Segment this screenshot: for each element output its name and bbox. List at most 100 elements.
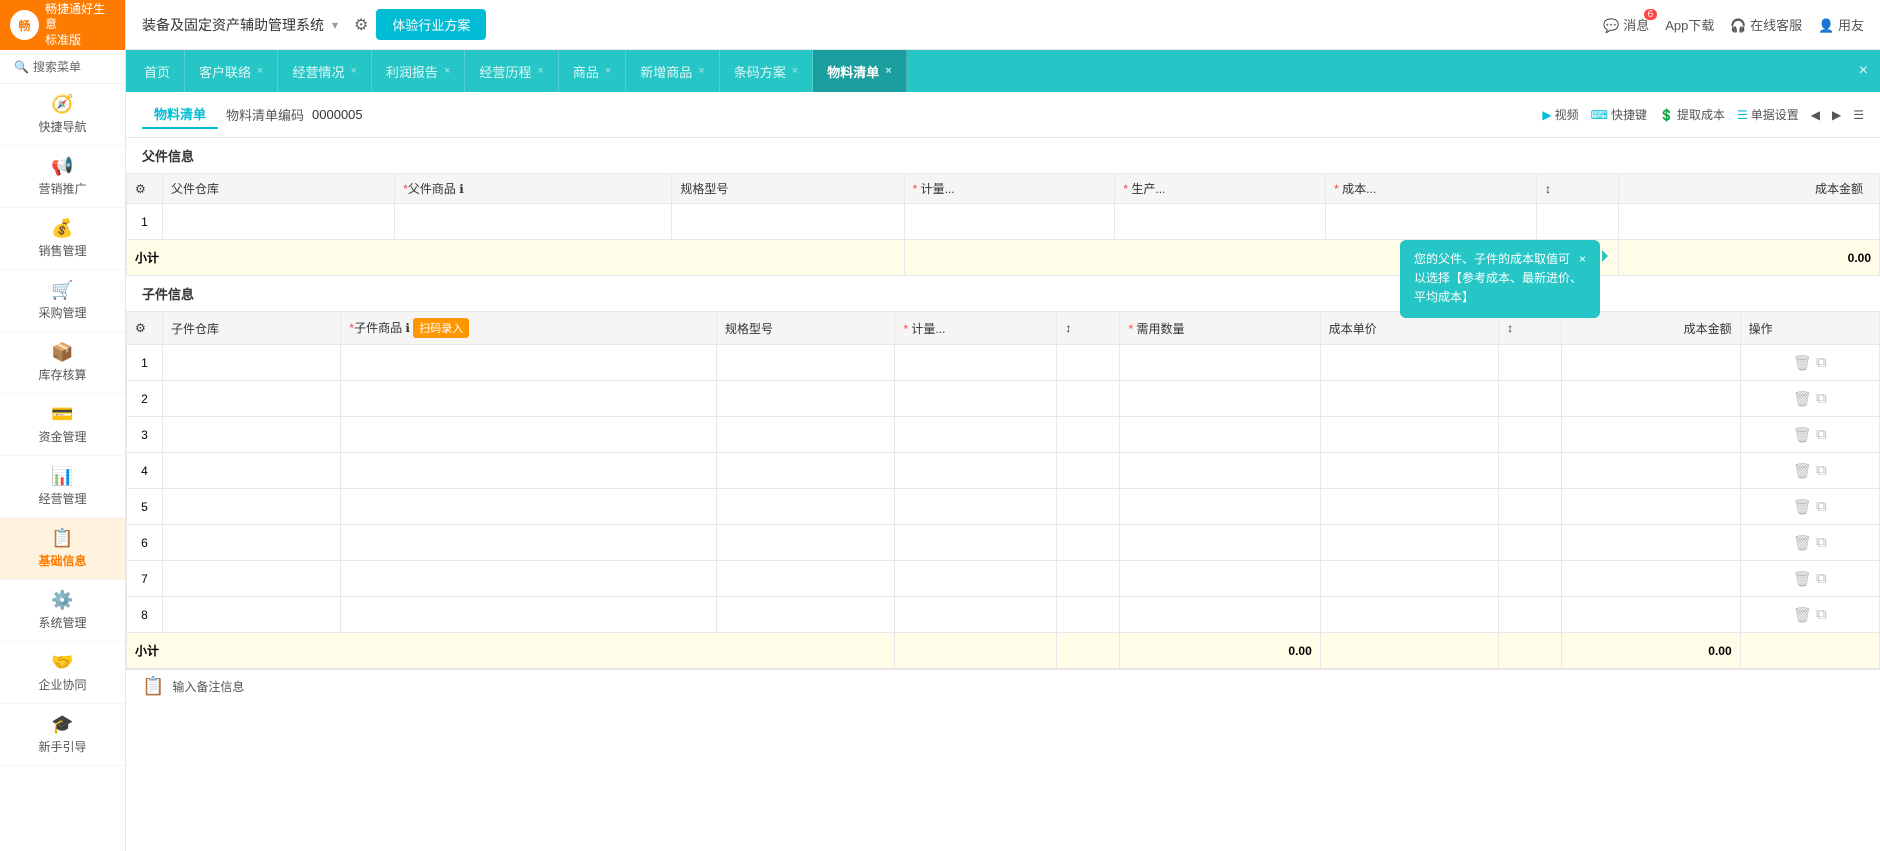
sidebar-item-operations[interactable]: 📊经营管理 [0, 456, 125, 518]
close-all-tabs[interactable]: × [1851, 62, 1876, 80]
child-unit-cost-2[interactable] [1320, 381, 1498, 417]
child-needed-qty-8[interactable] [1120, 597, 1320, 633]
sidebar-item-finance[interactable]: 💳资金管理 [0, 394, 125, 456]
child-copy-2[interactable]: ⧉ [1816, 390, 1827, 407]
child-needed-qty-1[interactable] [1120, 345, 1320, 381]
child-sort2-1[interactable] [1499, 345, 1562, 381]
child-sort2-4[interactable] [1499, 453, 1562, 489]
child-qty-unit-1[interactable] [895, 345, 1057, 381]
child-goods-1[interactable] [341, 345, 717, 381]
child-unit-cost-3[interactable] [1320, 417, 1498, 453]
close-tab-bom[interactable]: × [885, 65, 891, 77]
child-sort2-8[interactable] [1499, 597, 1562, 633]
list-view-icon[interactable]: ☰ [1853, 108, 1864, 122]
child-delete-2[interactable]: 🗑 [1793, 390, 1812, 408]
child-needed-qty-7[interactable] [1120, 561, 1320, 597]
nav-tab-bom[interactable]: 物料清单× [813, 50, 906, 92]
app-download-btn[interactable]: App下载 [1665, 15, 1714, 34]
child-sort2-7[interactable] [1499, 561, 1562, 597]
child-unit-cost-5[interactable] [1320, 489, 1498, 525]
parent-th-settings[interactable]: ⚙ [127, 174, 163, 204]
child-sort1-8[interactable] [1057, 597, 1120, 633]
shortcut-action[interactable]: ⌨ 快捷键 [1591, 106, 1647, 123]
nav-tab-operations_history[interactable]: 经营历程× [465, 50, 558, 92]
tooltip-close[interactable]: × [1579, 250, 1586, 269]
child-goods-6[interactable] [341, 525, 717, 561]
child-delete-7[interactable]: 🗑 [1793, 570, 1812, 588]
child-warehouse-4[interactable] [163, 453, 341, 489]
nav-tab-new_goods[interactable]: 新增商品× [626, 50, 719, 92]
nav-prev-arrow[interactable]: ◀ [1811, 108, 1820, 122]
topbar-gear-icon[interactable]: ⚙ [354, 15, 368, 35]
child-sort2-2[interactable] [1499, 381, 1562, 417]
child-spec-1[interactable] [717, 345, 895, 381]
nav-tab-goods[interactable]: 商品× [559, 50, 626, 92]
experience-btn[interactable]: 体验行业方案 [376, 9, 486, 40]
child-delete-4[interactable]: 🗑 [1793, 462, 1812, 480]
child-needed-qty-2[interactable] [1120, 381, 1320, 417]
parent-warehouse-cell[interactable] [163, 204, 395, 240]
settings-action[interactable]: ☰ 单据设置 [1737, 106, 1799, 123]
child-delete-3[interactable]: 🗑 [1793, 426, 1812, 444]
nav-next-arrow[interactable]: ▶ [1832, 108, 1841, 122]
cost-action[interactable]: 💲 提取成本 [1659, 106, 1725, 123]
nav-tab-barcode[interactable]: 条码方案× [720, 50, 813, 92]
child-spec-6[interactable] [717, 525, 895, 561]
child-goods-8[interactable] [341, 597, 717, 633]
bottom-bar-text[interactable]: 输入备注信息 [172, 678, 244, 695]
child-spec-8[interactable] [717, 597, 895, 633]
child-copy-1[interactable]: ⧉ [1816, 354, 1827, 371]
user-avatar[interactable]: 👤 用友 [1818, 15, 1864, 34]
child-sort1-5[interactable] [1057, 489, 1120, 525]
child-qty-unit-3[interactable] [895, 417, 1057, 453]
child-sort1-6[interactable] [1057, 525, 1120, 561]
sidebar-item-enterprise[interactable]: 🤝企业协同 [0, 642, 125, 704]
child-qty-unit-8[interactable] [895, 597, 1057, 633]
nav-tab-profit_report[interactable]: 利润报告× [372, 50, 465, 92]
sidebar-item-quick-nav[interactable]: 🧭快捷导航 [0, 84, 125, 146]
close-tab-operations_status[interactable]: × [350, 65, 356, 77]
child-delete-5[interactable]: 🗑 [1793, 498, 1812, 516]
child-warehouse-1[interactable] [163, 345, 341, 381]
close-tab-profit_report[interactable]: × [444, 65, 450, 77]
message-btn[interactable]: 💬 消息 6 [1603, 15, 1649, 34]
child-warehouse-7[interactable] [163, 561, 341, 597]
sidebar-item-marketing[interactable]: 📢营销推广 [0, 146, 125, 208]
child-warehouse-3[interactable] [163, 417, 341, 453]
nav-tab-customers[interactable]: 客户联络× [185, 50, 278, 92]
child-spec-4[interactable] [717, 453, 895, 489]
sidebar-item-basic[interactable]: 📋基础信息 [0, 518, 125, 580]
nav-tab-operations_status[interactable]: 经营情况× [278, 50, 371, 92]
child-unit-cost-6[interactable] [1320, 525, 1498, 561]
child-sort1-2[interactable] [1057, 381, 1120, 417]
child-goods-5[interactable] [341, 489, 717, 525]
child-sort2-5[interactable] [1499, 489, 1562, 525]
child-qty-unit-7[interactable] [895, 561, 1057, 597]
parent-sort-cell[interactable] [1536, 204, 1618, 240]
child-delete-6[interactable]: 🗑 [1793, 534, 1812, 552]
child-qty-unit-5[interactable] [895, 489, 1057, 525]
child-spec-3[interactable] [717, 417, 895, 453]
child-copy-3[interactable]: ⧉ [1816, 426, 1827, 443]
child-sort2-3[interactable] [1499, 417, 1562, 453]
sidebar-item-system[interactable]: ⚙️系统管理 [0, 580, 125, 642]
sidebar-search[interactable]: 🔍 搜索菜单 [0, 50, 125, 84]
child-warehouse-8[interactable] [163, 597, 341, 633]
child-needed-qty-3[interactable] [1120, 417, 1320, 453]
child-delete-1[interactable]: 🗑 [1793, 354, 1812, 372]
child-goods-4[interactable] [341, 453, 717, 489]
close-tab-new_goods[interactable]: × [698, 65, 704, 77]
child-sort2-6[interactable] [1499, 525, 1562, 561]
sub-tab-bom-list[interactable]: 物料清单 [142, 100, 218, 129]
close-tab-barcode[interactable]: × [792, 65, 798, 77]
child-warehouse-2[interactable] [163, 381, 341, 417]
child-sort1-4[interactable] [1057, 453, 1120, 489]
parent-goods-cell[interactable] [395, 204, 672, 240]
child-warehouse-5[interactable] [163, 489, 341, 525]
parent-spec-cell[interactable] [672, 204, 904, 240]
close-tab-customers[interactable]: × [257, 65, 263, 77]
nav-tab-home[interactable]: 首页 [130, 50, 185, 92]
child-qty-unit-6[interactable] [895, 525, 1057, 561]
child-th-settings[interactable]: ⚙ [127, 312, 163, 345]
sidebar-item-inventory[interactable]: 📦库存核算 [0, 332, 125, 394]
